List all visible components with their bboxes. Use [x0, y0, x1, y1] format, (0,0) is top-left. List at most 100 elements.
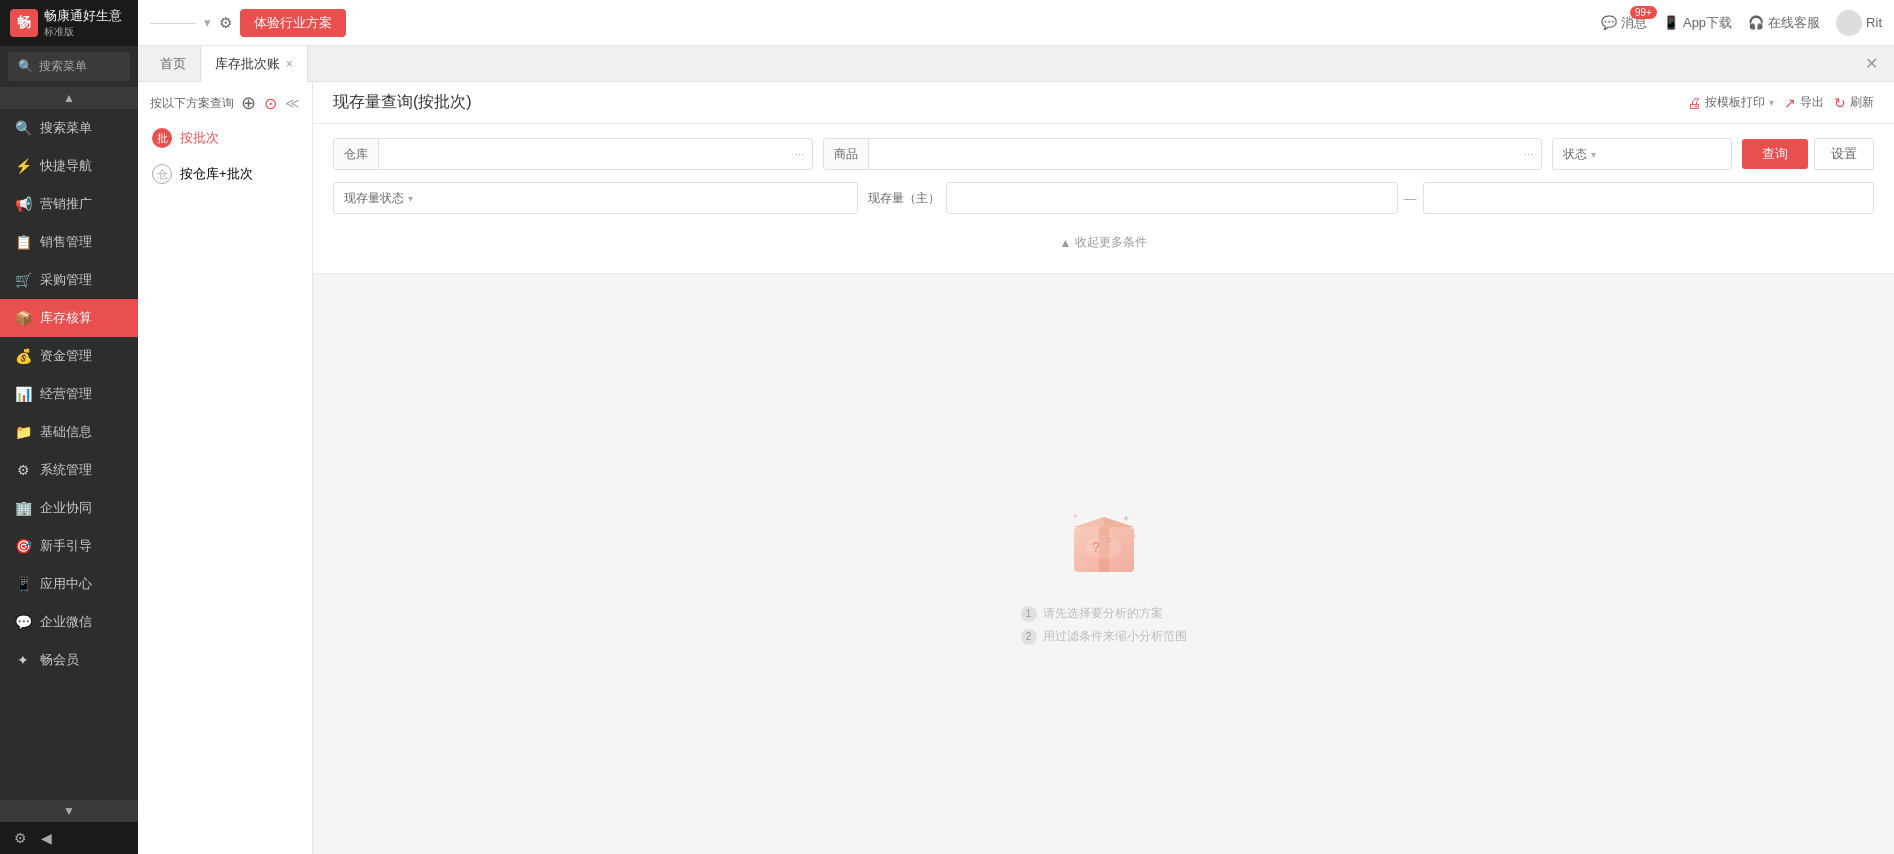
- sidebar-item-wechat[interactable]: 💬 企业微信: [0, 603, 138, 641]
- sidebar-search[interactable]: 🔍 搜索菜单: [8, 52, 130, 81]
- inventory-status-caret-icon: ▾: [408, 193, 413, 204]
- print-btn[interactable]: 🖨 按模板打印 ▾: [1687, 94, 1774, 111]
- sidebar-item-newbie[interactable]: 🎯 新手引导: [0, 527, 138, 565]
- sidebar-header: 畅 畅康通好生意 标准版: [0, 0, 138, 46]
- sidebar-item-sales[interactable]: 📋 销售管理: [0, 223, 138, 261]
- inventory-qty-filter: 现存量（主） —: [868, 182, 1874, 214]
- message-icon: 💬: [1601, 15, 1617, 30]
- product-input[interactable]: [869, 147, 1516, 162]
- empty-state: ? ? ✦ ✦ ✦ 1 请先选择要分析的方案 2 用过滤条: [313, 274, 1894, 854]
- step2-text: 用过滤条件来缩小分析范围: [1043, 628, 1187, 645]
- sidebar-item-enterprise[interactable]: 🏢 企业协同: [0, 489, 138, 527]
- messages-btn[interactable]: 💬 消息 99+: [1601, 14, 1647, 32]
- print-icon: 🖨: [1687, 95, 1701, 111]
- svg-text:✦: ✦: [1132, 532, 1139, 541]
- by-batch-label: 按批次: [180, 129, 219, 147]
- empty-illustration: ? ? ✦ ✦ ✦: [1044, 477, 1164, 597]
- filter-section: 仓库 ··· 商品 ··· 状态 ▾ 查询 设置: [313, 124, 1894, 274]
- sidebar-item-finance[interactable]: 💰 资金管理: [0, 337, 138, 375]
- online-service-btn[interactable]: 🎧 在线客服: [1748, 14, 1820, 32]
- topbar-gear-icon[interactable]: ⚙: [219, 14, 232, 32]
- marketing-label: 营销推广: [40, 195, 92, 213]
- scheme-item-by-warehouse-batch[interactable]: 仓 按仓库+批次: [138, 156, 312, 192]
- finance-label: 资金管理: [40, 347, 92, 365]
- page-title: 现存量查询(按批次): [333, 92, 472, 113]
- basics-label: 基础信息: [40, 423, 92, 441]
- refresh-btn[interactable]: ↻ 刷新: [1834, 94, 1874, 111]
- app-download-label: App下载: [1683, 14, 1732, 32]
- sidebar-item-operations[interactable]: 📊 经营管理: [0, 375, 138, 413]
- right-panel: 现存量查询(按批次) 🖨 按模板打印 ▾ ↗ 导出 ↻ 刷新: [313, 82, 1894, 854]
- filter-row-2: 现存量状态 ▾ 现存量（主） —: [333, 182, 1874, 214]
- product-more[interactable]: ···: [1516, 148, 1541, 160]
- svg-text:?: ?: [1106, 536, 1112, 547]
- sidebar-nav: 🔍 搜索菜单 ⚡ 快捷导航 📢 营销推广 📋 销售管理 🛒 采购管理 📦 库存核…: [0, 109, 138, 800]
- status-filter[interactable]: 状态 ▾: [1552, 138, 1732, 170]
- sidebar-item-inventory[interactable]: 📦 库存核算: [0, 299, 138, 337]
- inventory-qty-min[interactable]: [946, 182, 1398, 214]
- sidebar-item-vip[interactable]: ✦ 畅会员: [0, 641, 138, 679]
- app-download-btn[interactable]: 📱 App下载: [1663, 14, 1732, 32]
- settings-scheme-icon[interactable]: ⊙: [264, 94, 277, 113]
- content-area: 按以下方案查询 ⊕ ⊙ ≪ 批 按批次 仓 按仓库+批次 现存量查询(按批次): [138, 82, 1894, 854]
- inventory-qty-max[interactable]: [1423, 182, 1875, 214]
- export-btn[interactable]: ↗ 导出: [1784, 94, 1824, 111]
- sidebar-item-purchase[interactable]: 🛒 采购管理: [0, 261, 138, 299]
- step1-text: 请先选择要分析的方案: [1043, 605, 1163, 622]
- search-icon: 🔍: [18, 59, 33, 73]
- by-warehouse-batch-label: 按仓库+批次: [180, 165, 253, 183]
- sidebar-scroll-up[interactable]: ▲: [0, 87, 138, 109]
- inventory-label: 库存核算: [40, 309, 92, 327]
- sidebar-footer: ⚙ ◀: [0, 822, 138, 854]
- scheme-item-by-batch[interactable]: 批 按批次: [138, 120, 312, 156]
- sidebar-item-quick-nav[interactable]: ⚡ 快捷导航: [0, 147, 138, 185]
- warehouse-filter[interactable]: 仓库 ···: [333, 138, 813, 170]
- inventory-status-filter[interactable]: 现存量状态 ▾: [333, 182, 858, 214]
- user-menu[interactable]: Rit: [1836, 10, 1882, 36]
- print-dropdown-icon[interactable]: ▾: [1769, 97, 1774, 108]
- page-actions: 🖨 按模板打印 ▾ ↗ 导出 ↻ 刷新: [1687, 94, 1874, 111]
- sidebar-item-marketing[interactable]: 📢 营销推广: [0, 185, 138, 223]
- inventory-qty-separator: —: [1404, 191, 1417, 206]
- app-icon: 📱: [1663, 15, 1679, 30]
- add-scheme-icon[interactable]: ⊕: [241, 92, 256, 114]
- quick-nav-icon: ⚡: [14, 157, 32, 175]
- sidebar-item-search[interactable]: 🔍 搜索菜单: [0, 109, 138, 147]
- collapse-panel-icon[interactable]: ≪: [285, 95, 300, 111]
- inventory-qty-label: 现存量（主）: [868, 190, 940, 207]
- settings-icon[interactable]: ⚙: [14, 830, 27, 846]
- quick-nav-label: 快捷导航: [40, 157, 92, 175]
- exp-btn[interactable]: 体验行业方案: [240, 9, 346, 37]
- sidebar-scroll-down[interactable]: ▼: [0, 800, 138, 822]
- warehouse-more[interactable]: ···: [787, 148, 812, 160]
- collapse-icon[interactable]: ◀: [41, 830, 52, 846]
- sidebar-item-basics[interactable]: 📁 基础信息: [0, 413, 138, 451]
- export-icon: ↗: [1784, 95, 1796, 111]
- tab-inventory-batch[interactable]: 库存批次账 ×: [201, 46, 308, 82]
- breadcrumb: ─────: [150, 15, 196, 30]
- collapse-bar[interactable]: ▲ 收起更多条件: [333, 226, 1874, 259]
- panel-close-btn[interactable]: ✕: [1865, 54, 1878, 73]
- status-caret-icon: ▾: [1591, 149, 1596, 160]
- inventory-icon: 📦: [14, 309, 32, 327]
- product-filter[interactable]: 商品 ···: [823, 138, 1542, 170]
- topbar-dropdown-icon[interactable]: ▾: [204, 15, 211, 30]
- tab-close-icon[interactable]: ×: [286, 57, 293, 71]
- tab-inventory-batch-label: 库存批次账: [215, 55, 280, 73]
- sidebar-logo: 畅: [10, 9, 38, 37]
- tab-close-area: ✕: [1857, 54, 1886, 73]
- tabs-bar: 首页 库存批次账 × ✕: [138, 46, 1894, 82]
- tab-home[interactable]: 首页: [146, 46, 201, 82]
- operations-icon: 📊: [14, 385, 32, 403]
- sidebar-item-system[interactable]: ⚙ 系统管理: [0, 451, 138, 489]
- settings-btn[interactable]: 设置: [1814, 138, 1874, 170]
- query-btn[interactable]: 查询: [1742, 139, 1808, 169]
- sales-label: 销售管理: [40, 233, 92, 251]
- newbie-icon: 🎯: [14, 537, 32, 555]
- system-icon: ⚙: [14, 461, 32, 479]
- step2-num: 2: [1021, 629, 1037, 645]
- warehouse-input[interactable]: [379, 147, 787, 162]
- brand-name: 畅康通好生意: [44, 8, 122, 25]
- sidebar: 畅 畅康通好生意 标准版 🔍 搜索菜单 ▲ 🔍 搜索菜单 ⚡ 快捷导航 📢 营销…: [0, 0, 138, 854]
- sidebar-item-app-center[interactable]: 📱 应用中心: [0, 565, 138, 603]
